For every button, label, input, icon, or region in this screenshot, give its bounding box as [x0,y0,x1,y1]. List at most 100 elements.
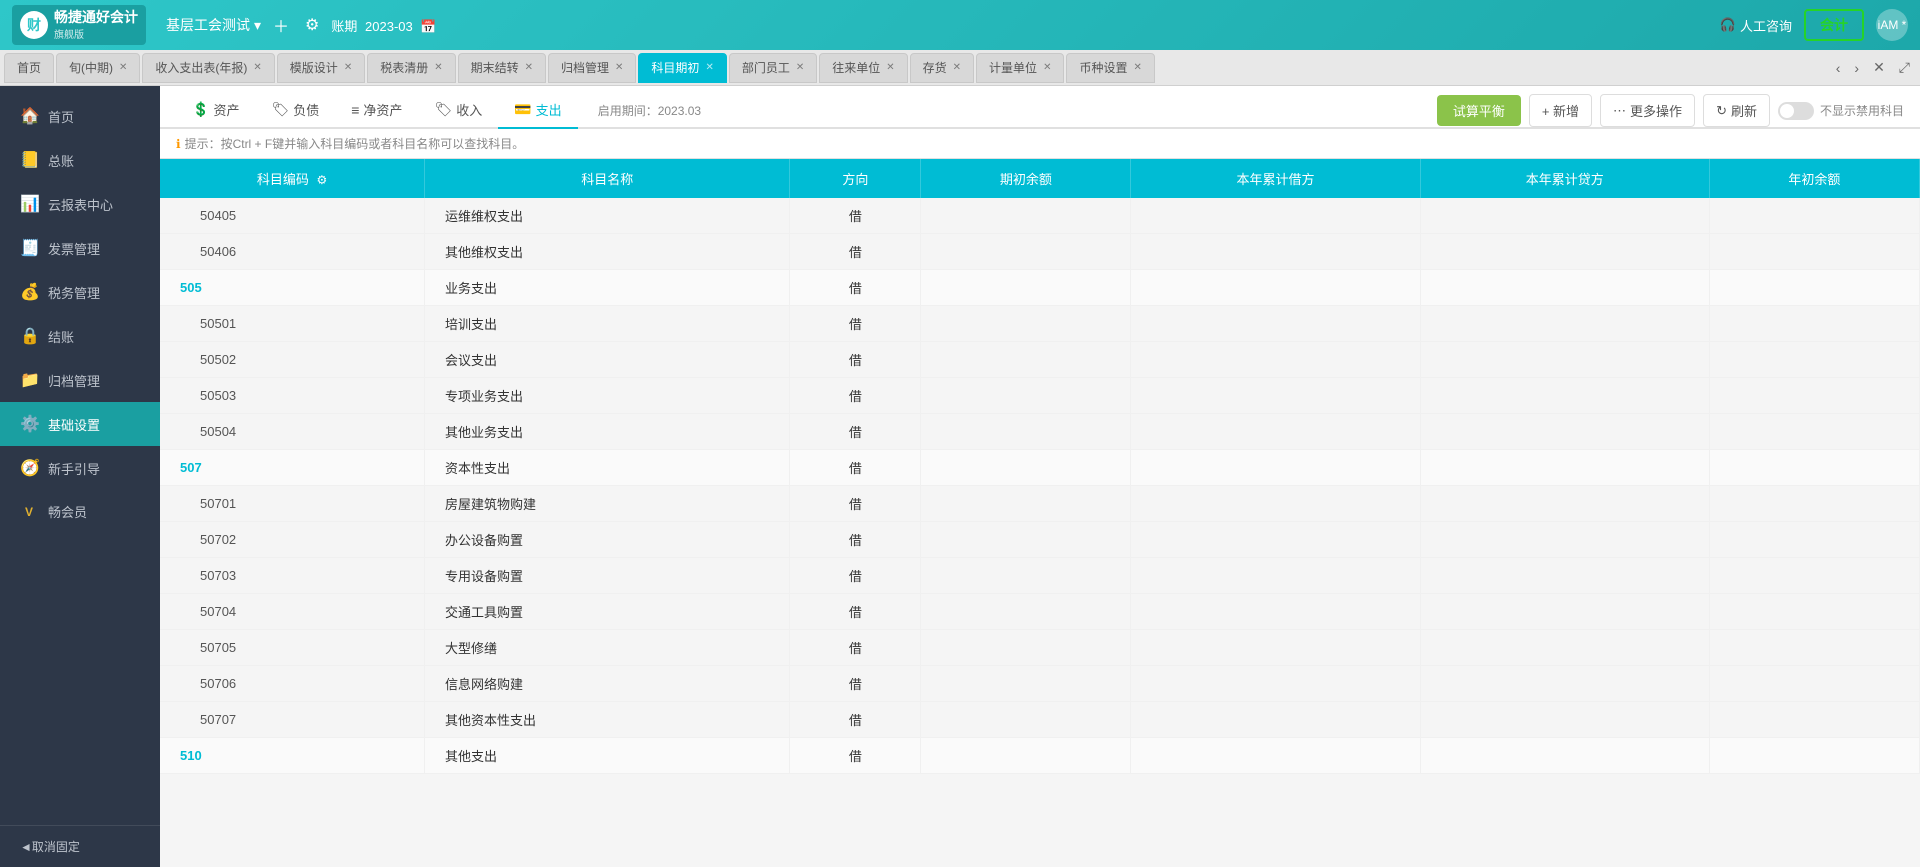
tab-inventory[interactable]: 存货 ✕ [910,53,974,83]
user-avatar[interactable]: iAM * [1876,9,1908,41]
refresh-btn[interactable]: ↻ 刷新 [1703,94,1770,127]
tab-unit-measure[interactable]: 计量单位 ✕ [976,53,1064,83]
tab-mid[interactable]: 旬(中期) ✕ [56,53,140,83]
sub-tab-income[interactable]: 🏷 收入 [418,94,498,129]
table-row: 507 资本性支出 借 [160,450,1920,486]
support-btn[interactable]: 🎧 人工咨询 [1720,16,1792,35]
table-row: 50501 培训支出 借 [160,306,1920,342]
tab-close-annual[interactable]: ✕ [253,62,261,73]
cell-balance [921,594,1131,630]
tab-annual[interactable]: 收入支出表(年报) ✕ [142,53,274,83]
period-label: 账期 2023-03 📅 [331,16,436,35]
cell-year-balance [1709,738,1919,774]
more-btn[interactable]: ⋯ 更多操作 [1600,94,1695,127]
sub-tab-net-asset[interactable]: ≡ 净资产 [335,94,418,129]
tab-close-subject-init[interactable]: ✕ [705,62,713,73]
tab-prev-btn[interactable]: ‹ [1830,56,1847,80]
tab-template[interactable]: 模版设计 ✕ [277,53,365,83]
tab-close-clients[interactable]: ✕ [886,62,894,73]
cell-direction: 借 [790,234,921,270]
sidebar-item-basic[interactable]: ⚙️ 基础设置 [0,402,160,446]
sidebar-item-close[interactable]: 🔒 结账 [0,314,160,358]
tab-close-archive-mgmt[interactable]: ✕ [615,62,623,73]
tab-close-tax[interactable]: ✕ [434,62,442,73]
sub-tab-asset[interactable]: 💲 资产 [176,94,255,129]
cell-code: 50504 [160,414,425,450]
tab-expand-btn[interactable]: ⤢ [1893,55,1916,80]
tab-close-all-btn[interactable]: ✕ [1867,55,1891,80]
cell-direction: 借 [790,450,921,486]
tab-close-period-end[interactable]: ✕ [525,62,533,73]
tab-home[interactable]: 首页 [4,53,54,83]
cell-code: 50502 [160,342,425,378]
cell-debit [1131,414,1420,450]
sidebar-item-reports[interactable]: 📊 云报表中心 [0,182,160,226]
company-name[interactable]: 基层工会测试 ▾ [166,15,261,35]
accounting-btn[interactable]: 会计 [1804,9,1864,41]
asset-icon: 💲 [192,101,209,118]
ledger-icon: 📒 [20,150,38,170]
tab-clients[interactable]: 往来单位 ✕ [819,53,907,83]
cell-balance [921,558,1131,594]
add-btn[interactable]: + 新增 [1529,94,1592,127]
tab-tax[interactable]: 税表清册 ✕ [367,53,455,83]
cell-debit [1131,486,1420,522]
cell-code: 50501 [160,306,425,342]
tab-close-currency[interactable]: ✕ [1133,62,1141,73]
sidebar-item-member[interactable]: V 畅会员 [0,490,160,533]
cell-credit [1420,594,1709,630]
main-content: 💲 资产 🏷 负债 ≡ 净资产 🏷 收入 💳 支出 启用期间：2023.03 试… [160,86,1920,867]
net-asset-icon: ≡ [351,102,359,118]
cell-credit [1420,666,1709,702]
sidebar-item-ledger[interactable]: 📒 总账 [0,138,160,182]
cell-balance [921,486,1131,522]
sub-tab-liability[interactable]: 🏷 负债 [255,94,335,129]
tab-close-inventory[interactable]: ✕ [953,62,961,73]
tab-close-unit-measure[interactable]: ✕ [1043,62,1051,73]
sidebar-item-guide[interactable]: 🧭 新手引导 [0,446,160,490]
cell-credit [1420,486,1709,522]
table-row: 50705 大型修缮 借 [160,630,1920,666]
balance-btn[interactable]: 试算平衡 [1437,95,1521,126]
toggle-disabled-switch[interactable] [1778,102,1814,120]
cell-debit [1131,630,1420,666]
cell-credit [1420,630,1709,666]
tab-next-btn[interactable]: › [1848,56,1865,80]
col-name: 科目名称 [425,159,790,198]
cell-debit [1131,342,1420,378]
add-company-btn[interactable]: ＋ [269,9,293,41]
col-balance: 期初余额 [921,159,1131,198]
cell-year-balance [1709,414,1919,450]
cell-year-balance [1709,378,1919,414]
col-debit: 本年累计借方 [1131,159,1420,198]
sidebar-item-tax[interactable]: 💰 税务管理 [0,270,160,314]
sub-tab-expense[interactable]: 💳 支出 [498,94,577,129]
cell-code: 50405 [160,198,425,234]
tab-archive-mgmt[interactable]: 归档管理 ✕ [548,53,636,83]
table-row: 50503 专项业务支出 借 [160,378,1920,414]
tab-subject-init[interactable]: 科目期初 ✕ [638,53,726,83]
sidebar-item-invoice[interactable]: 🧾 发票管理 [0,226,160,270]
tab-period-end[interactable]: 期末结转 ✕ [458,53,546,83]
tab-close-dept-emp[interactable]: ✕ [796,62,804,73]
tab-currency[interactable]: 币种设置 ✕ [1066,53,1154,83]
expense-icon: 💳 [514,101,531,118]
calendar-icon[interactable]: 📅 [420,19,436,34]
logo-area[interactable]: 财 畅捷通好会计 旗舰版 [12,5,146,45]
tab-close-mid[interactable]: ✕ [119,62,127,73]
sidebar-item-home[interactable]: 🏠 首页 [0,94,160,138]
col-settings-icon[interactable]: ⚙ [316,173,327,187]
sidebar: 🏠 首页 📒 总账 📊 云报表中心 🧾 发票管理 💰 税务管理 🔒 结账 📁 归… [0,86,160,867]
dropdown-icon[interactable]: ▾ [254,17,261,34]
settings-btn[interactable]: ⚙ [301,11,323,39]
cell-name: 大型修缮 [425,630,790,666]
sidebar-collapse-btn[interactable]: ◄取消固定 [0,825,160,867]
cell-debit [1131,450,1420,486]
tab-close-template[interactable]: ✕ [344,62,352,73]
table-scroll[interactable]: 科目编码 ⚙ 科目名称 方向 期初余额 本年累计借方 本年累计贷方 年初余额 [160,159,1920,867]
invoice-icon: 🧾 [20,238,38,258]
sidebar-item-archive[interactable]: 📁 归档管理 [0,358,160,402]
cell-year-balance [1709,630,1919,666]
tab-dept-emp[interactable]: 部门员工 ✕ [729,53,817,83]
cell-name: 其他业务支出 [425,414,790,450]
